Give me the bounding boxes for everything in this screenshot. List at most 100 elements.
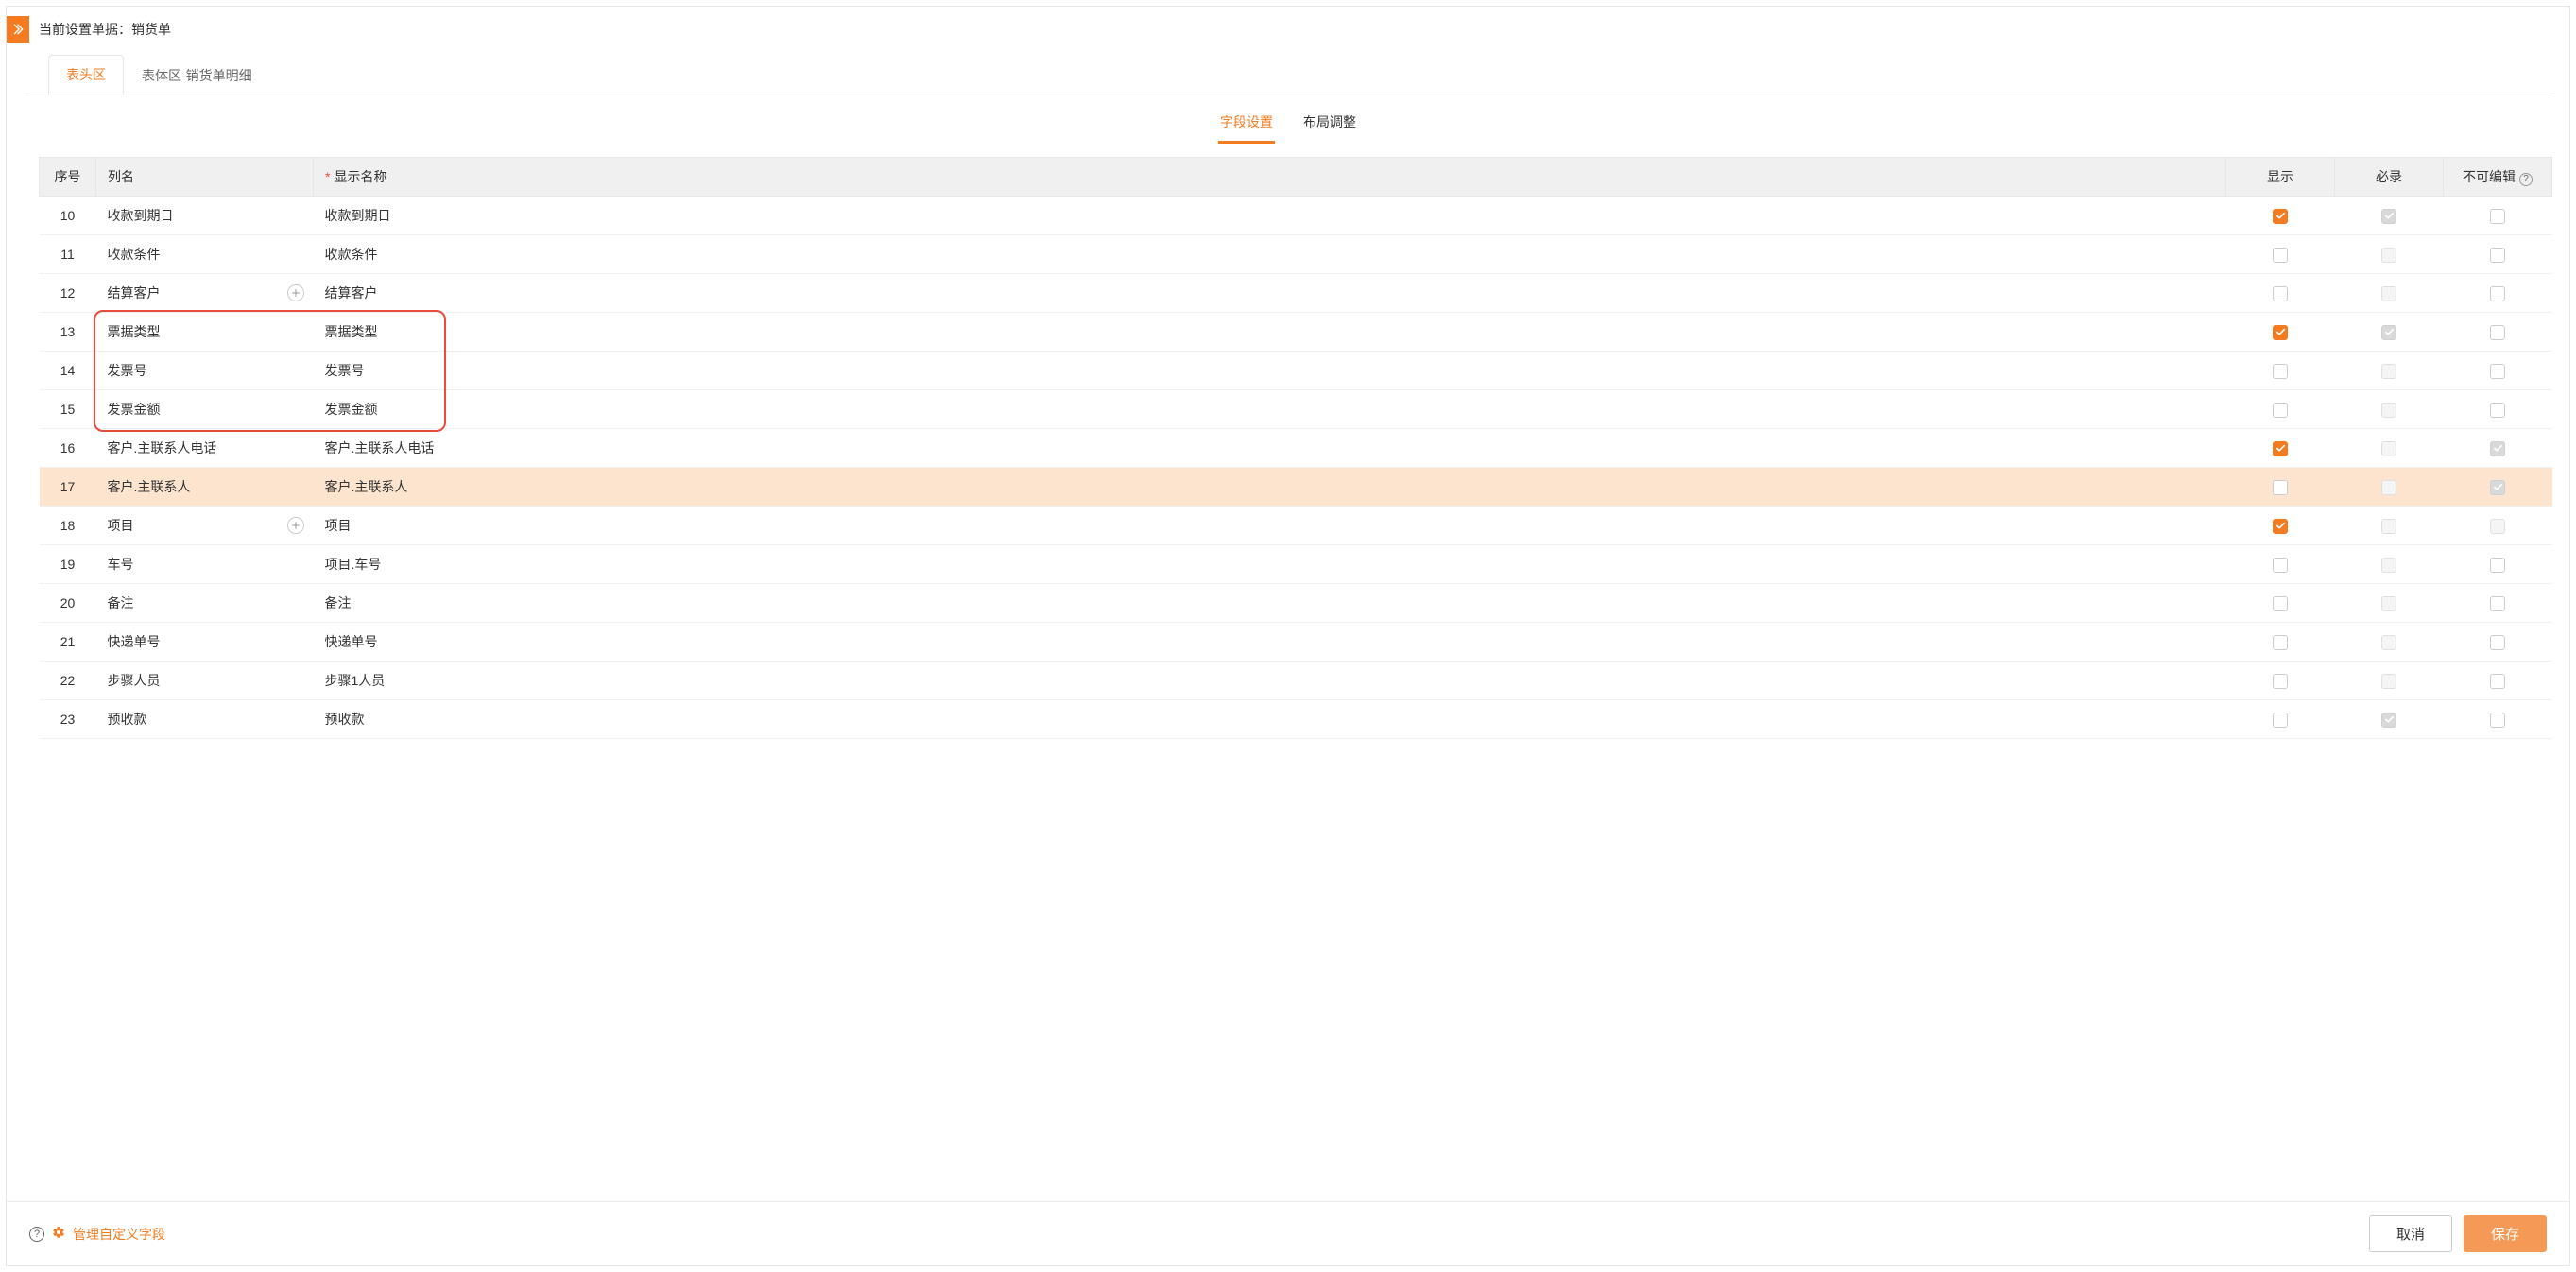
noedit-checkbox[interactable] (2490, 286, 2505, 301)
row-display-cell[interactable]: 预收款 (314, 700, 2226, 739)
row-display-cell[interactable]: 项目 (314, 507, 2226, 545)
row-noedit-cell (2444, 700, 2552, 739)
tab-1[interactable]: 表体区-销货单明细 (124, 56, 270, 95)
row-name: 项目 (108, 518, 134, 533)
show-checkbox[interactable] (2273, 441, 2288, 456)
required-checkbox (2381, 325, 2396, 340)
show-checkbox[interactable] (2273, 635, 2288, 650)
row-name-cell: 结算客户 (96, 274, 314, 313)
row-name: 收款条件 (108, 247, 161, 262)
add-sub-field-button[interactable] (287, 284, 304, 301)
required-checkbox (2381, 209, 2396, 224)
subtab-1[interactable]: 布局调整 (1301, 109, 1358, 144)
required-checkbox (2381, 596, 2396, 611)
row-display-cell[interactable]: 发票金额 (314, 390, 2226, 429)
row-seq: 17 (40, 468, 96, 507)
row-required-cell (2335, 700, 2444, 739)
row-name: 预收款 (108, 712, 147, 727)
row-noedit-cell (2444, 429, 2552, 468)
noedit-checkbox[interactable] (2490, 248, 2505, 263)
manage-custom-fields-link[interactable]: ? 管理自定义字段 (29, 1225, 165, 1244)
manage-custom-fields-label: 管理自定义字段 (73, 1225, 165, 1244)
row-seq: 16 (40, 429, 96, 468)
required-checkbox (2381, 674, 2396, 689)
noedit-checkbox[interactable] (2490, 403, 2505, 418)
show-checkbox[interactable] (2273, 674, 2288, 689)
show-checkbox[interactable] (2273, 480, 2288, 495)
row-required-cell (2335, 274, 2444, 313)
table-row: 10收款到期日收款到期日 (40, 197, 2552, 235)
tab-0[interactable]: 表头区 (48, 55, 124, 95)
noedit-checkbox[interactable] (2490, 209, 2505, 224)
noedit-checkbox[interactable] (2490, 674, 2505, 689)
show-checkbox[interactable] (2273, 596, 2288, 611)
row-seq: 11 (40, 235, 96, 274)
row-noedit-cell (2444, 313, 2552, 352)
cancel-button[interactable]: 取消 (2369, 1215, 2452, 1252)
row-name-cell: 预收款 (96, 700, 314, 739)
noedit-checkbox[interactable] (2490, 713, 2505, 728)
row-required-cell (2335, 235, 2444, 274)
row-name-cell: 收款到期日 (96, 197, 314, 235)
required-checkbox (2381, 558, 2396, 573)
col-display-label: 显示名称 (334, 169, 386, 184)
show-checkbox[interactable] (2273, 403, 2288, 418)
row-noedit-cell (2444, 623, 2552, 662)
show-checkbox[interactable] (2273, 325, 2288, 340)
gear-icon (52, 1226, 65, 1242)
noedit-checkbox[interactable] (2490, 635, 2505, 650)
row-display-cell[interactable]: 备注 (314, 584, 2226, 623)
noedit-checkbox[interactable] (2490, 364, 2505, 379)
required-checkbox (2381, 286, 2396, 301)
fields-table-wrap: 序号 列名 *显示名称 显示 必录 不可编辑? 10收款到期日收款到期日11收款… (39, 157, 2552, 1201)
help-icon[interactable]: ? (2519, 173, 2533, 186)
row-display-cell[interactable]: 步骤1人员 (314, 662, 2226, 700)
row-name-cell: 发票金额 (96, 390, 314, 429)
table-row: 19车号项目.车号 (40, 545, 2552, 584)
current-doc-prefix: 当前设置单据： (39, 22, 131, 37)
row-name-cell: 收款条件 (96, 235, 314, 274)
row-display-cell[interactable]: 项目.车号 (314, 545, 2226, 584)
add-sub-field-button[interactable] (287, 517, 304, 534)
col-noedit-label: 不可编辑 (2463, 169, 2516, 184)
noedit-checkbox[interactable] (2490, 596, 2505, 611)
show-checkbox[interactable] (2273, 209, 2288, 224)
table-row: 14发票号发票号 (40, 352, 2552, 390)
table-row: 16客户.主联系人电话客户.主联系人电话 (40, 429, 2552, 468)
noedit-checkbox[interactable] (2490, 558, 2505, 573)
noedit-checkbox (2490, 480, 2505, 495)
row-display-cell[interactable]: 客户.主联系人电话 (314, 429, 2226, 468)
row-name-cell: 步骤人员 (96, 662, 314, 700)
noedit-checkbox[interactable] (2490, 325, 2505, 340)
sub-tabs: 字段设置布局调整 (7, 95, 2569, 144)
row-show-cell (2226, 274, 2335, 313)
row-show-cell (2226, 313, 2335, 352)
show-checkbox[interactable] (2273, 519, 2288, 534)
show-checkbox[interactable] (2273, 286, 2288, 301)
row-display-cell[interactable]: 结算客户 (314, 274, 2226, 313)
row-display-cell[interactable]: 收款条件 (314, 235, 2226, 274)
row-display-cell[interactable]: 快递单号 (314, 623, 2226, 662)
show-checkbox[interactable] (2273, 558, 2288, 573)
col-display-header: *显示名称 (314, 158, 2226, 197)
expand-sidebar-button[interactable] (7, 16, 29, 43)
show-checkbox[interactable] (2273, 248, 2288, 263)
subtab-0[interactable]: 字段设置 (1218, 109, 1275, 144)
row-show-cell (2226, 662, 2335, 700)
row-show-cell (2226, 507, 2335, 545)
row-name-cell: 发票号 (96, 352, 314, 390)
show-checkbox[interactable] (2273, 713, 2288, 728)
save-button[interactable]: 保存 (2464, 1215, 2547, 1252)
row-noedit-cell (2444, 390, 2552, 429)
required-checkbox (2381, 441, 2396, 456)
row-seq: 18 (40, 507, 96, 545)
row-display-cell[interactable]: 客户.主联系人 (314, 468, 2226, 507)
row-display-cell[interactable]: 票据类型 (314, 313, 2226, 352)
row-required-cell (2335, 197, 2444, 235)
show-checkbox[interactable] (2273, 364, 2288, 379)
row-name: 收款到期日 (108, 208, 174, 223)
row-noedit-cell (2444, 545, 2552, 584)
row-name: 步骤人员 (108, 673, 161, 688)
row-display-cell[interactable]: 收款到期日 (314, 197, 2226, 235)
row-display-cell[interactable]: 发票号 (314, 352, 2226, 390)
